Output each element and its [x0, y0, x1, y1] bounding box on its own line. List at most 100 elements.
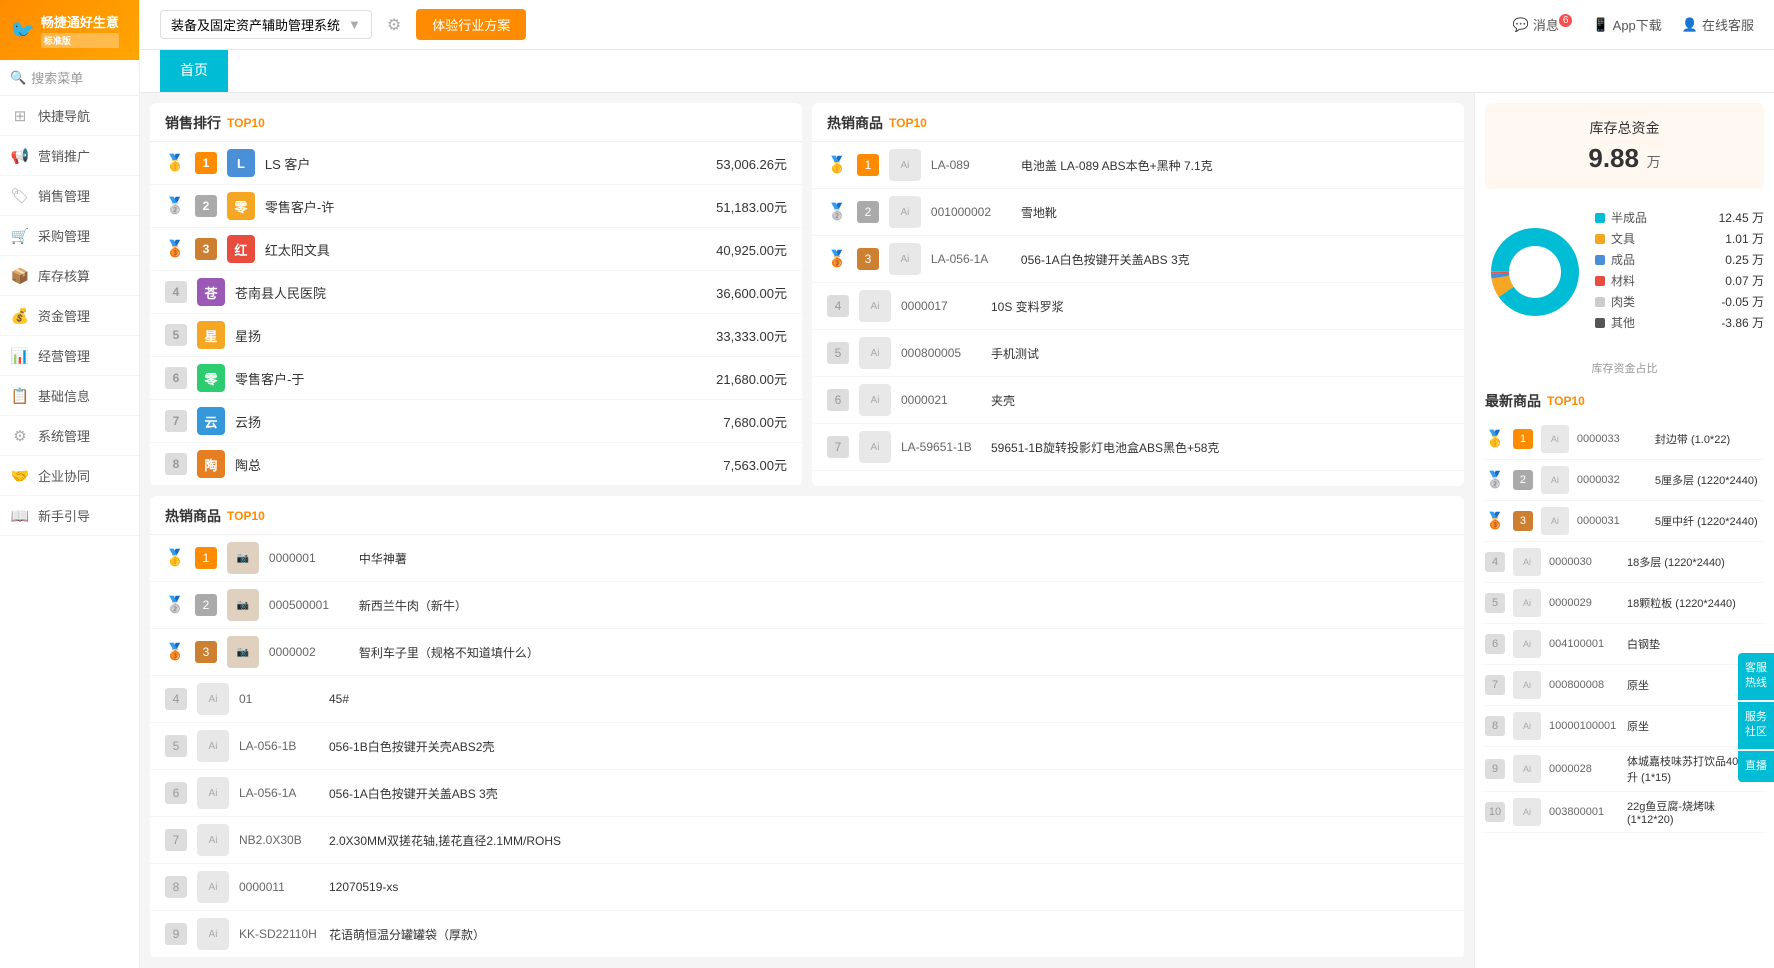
- product-code: 0000001: [269, 551, 349, 565]
- product-code: LA-056-1B: [239, 739, 319, 753]
- product-name: 中华神薯: [359, 550, 1449, 567]
- right-panel: 库存总资金 9.88 万: [1474, 93, 1774, 968]
- gold-medal-icon: 🥇: [827, 155, 847, 175]
- product-rank-number: 1: [857, 154, 879, 176]
- float-customer-service[interactable]: 客服热线: [1738, 653, 1774, 700]
- customer-value: 7,563.00元: [723, 455, 787, 474]
- rank-number: 1: [195, 152, 217, 174]
- rank-item: 5 星 星扬 33,333.00元: [150, 314, 802, 357]
- hot-product-rank-number: 1: [195, 547, 217, 569]
- sidebar-item-finance[interactable]: 💰 资金管理: [0, 296, 139, 336]
- sidebar-item-quick-nav[interactable]: ⊞ 快捷导航: [0, 96, 139, 136]
- product-code: NB2.0X30B: [239, 833, 319, 847]
- new-product-image: Ai: [1513, 671, 1541, 699]
- search-menu[interactable]: 🔍 搜索菜单: [0, 60, 139, 96]
- product-code: 0000021: [901, 393, 981, 407]
- online-service-item[interactable]: 👤 在线客服: [1682, 15, 1754, 34]
- product-name: 056-1A白色按键开关盖ABS 3克: [1021, 251, 1449, 268]
- donut-chart: [1485, 222, 1585, 322]
- sidebar-item-sales[interactable]: 🏷 销售管理: [0, 176, 139, 216]
- sales-icon: 🏷: [10, 187, 30, 205]
- rank-item: 6 零 零售客户-于 21,680.00元: [150, 357, 802, 400]
- new-product-item: 🥈 2 Ai 0000032 5厘多层 (1220*2440): [1485, 460, 1764, 501]
- new-product-name: 白钢垫: [1627, 636, 1764, 652]
- new-product-name: 18颗粒板 (1220*2440): [1627, 595, 1764, 611]
- product-image: Ai: [197, 918, 229, 950]
- marketing-icon: 📢: [10, 147, 30, 165]
- medal-icon: 🥉: [1485, 511, 1505, 531]
- customer-rank-list: 🥇 1 L LS 客户 53,006.26元 🥈 2 零 零售客户-许 51,1…: [150, 142, 802, 486]
- bronze-medal-icon: 🥉: [827, 249, 847, 269]
- new-product-code: 0000030: [1549, 556, 1619, 568]
- sidebar-item-purchase[interactable]: 🛒 采购管理: [0, 216, 139, 256]
- product-name: 花语萌恒温分罐罐袋（厚款）: [329, 926, 1449, 943]
- rank-number: 4: [165, 281, 187, 303]
- new-product-code: 0000029: [1549, 597, 1619, 609]
- new-product-item: 🥉 3 Ai 0000031 5厘中纤 (1220*2440): [1485, 501, 1764, 542]
- sidebar-item-inventory[interactable]: 📦 库存核算: [0, 256, 139, 296]
- basics-icon: 📋: [10, 387, 30, 405]
- hot-product-rank-number: 3: [195, 641, 217, 663]
- experience-button[interactable]: 体验行业方案: [416, 9, 526, 40]
- operations-label: 经营管理: [38, 346, 90, 365]
- customer-name: 零售客户-于: [235, 369, 706, 388]
- hot-product-item: 🥈 2 📷 000500001 新西兰牛肉（新牛）: [150, 582, 1464, 629]
- product-image: Ai: [197, 871, 229, 903]
- new-product-item: 4 Ai 0000030 18多层 (1220*2440): [1485, 542, 1764, 583]
- new-product-code: 10000100001: [1549, 720, 1619, 732]
- product-image: Ai: [197, 777, 229, 809]
- legend-value: -3.86 万: [1721, 314, 1764, 331]
- new-product-name: 5厘中纤 (1220*2440): [1655, 513, 1764, 529]
- app-download-item[interactable]: 📱 App下载: [1592, 15, 1661, 34]
- customer-name: 苍南县人民医院: [235, 283, 706, 302]
- customer-name: 星扬: [235, 326, 706, 345]
- sidebar-item-basics[interactable]: 📋 基础信息: [0, 376, 139, 416]
- new-product-image: Ai: [1513, 755, 1541, 783]
- legend-value: 0.25 万: [1725, 251, 1764, 268]
- purchase-icon: 🛒: [10, 227, 30, 245]
- system-title-area[interactable]: 装备及固定资产辅助管理系统 ▼: [160, 10, 372, 39]
- guide-icon: 📖: [10, 507, 30, 525]
- silver-medal-icon: 🥈: [827, 202, 847, 222]
- floating-buttons: 客服热线 服务社区 直播: [1738, 653, 1774, 782]
- new-product-rank: 7: [1485, 675, 1505, 695]
- sidebar-item-operations[interactable]: 📊 经营管理: [0, 336, 139, 376]
- sidebar-item-marketing[interactable]: 📢 营销推广: [0, 136, 139, 176]
- rank-number: 5: [165, 324, 187, 346]
- header-right: 💬 消息 6 📱 App下载 👤 在线客服: [1513, 15, 1754, 34]
- product-rank-item: 5 Ai 000800005 手机测试: [812, 330, 1464, 377]
- customer-value: 7,680.00元: [723, 412, 787, 431]
- hot-product-item: 9 Ai KK-SD22110H 花语萌恒温分罐罐袋（厚款）: [150, 911, 1464, 958]
- rank-number: 6: [165, 367, 187, 389]
- donut-legend: 半成品 12.45 万 文具 1.01 万 成品 0.25 万 材料 0.07 …: [1595, 209, 1764, 335]
- rank-item: 🥉 3 红 红太阳文具 40,925.00元: [150, 228, 802, 271]
- sidebar-item-guide[interactable]: 📖 新手引导: [0, 496, 139, 536]
- new-product-image: Ai: [1541, 507, 1569, 535]
- notification-badge: 6: [1559, 14, 1573, 27]
- hot-product-ranking-header: 热销商品 TOP10: [812, 103, 1464, 142]
- rank-number: 2: [195, 195, 217, 217]
- float-community[interactable]: 服务社区: [1738, 702, 1774, 749]
- notification-item[interactable]: 💬 消息 6: [1513, 15, 1573, 34]
- sidebar-item-cooperation[interactable]: 🤝 企业协同: [0, 456, 139, 496]
- product-image: Ai: [859, 431, 891, 463]
- quick-nav-label: 快捷导航: [38, 106, 90, 125]
- new-product-image: Ai: [1513, 798, 1541, 826]
- tab-home[interactable]: 首页: [160, 50, 228, 92]
- inventory-total-unit: 万: [1647, 154, 1661, 170]
- customer-ranking-card: 销售排行 TOP10 🥇 1 L LS 客户 53,006.26元 🥈 2 零 …: [150, 103, 802, 486]
- new-product-name: 5厘多层 (1220*2440): [1655, 472, 1764, 488]
- rank-number: 3: [195, 238, 217, 260]
- new-product-item: 🥇 1 Ai 0000033 封边带 (1.0*22): [1485, 419, 1764, 460]
- new-product-code: 0000032: [1577, 474, 1647, 486]
- app-version: 标准版: [41, 33, 119, 48]
- legend-dot: [1595, 234, 1605, 244]
- float-live[interactable]: 直播: [1738, 751, 1774, 782]
- notification-label: 消息: [1533, 15, 1559, 34]
- customer-value: 51,183.00元: [716, 197, 787, 216]
- new-product-name: 封边带 (1.0*22): [1655, 431, 1764, 447]
- new-product-item: 8 Ai 10000100001 原坐: [1485, 706, 1764, 747]
- rank-item: 🥈 2 零 零售客户-许 51,183.00元: [150, 185, 802, 228]
- sidebar-item-system[interactable]: ⚙ 系统管理: [0, 416, 139, 456]
- gear-icon[interactable]: ⚙: [387, 15, 401, 35]
